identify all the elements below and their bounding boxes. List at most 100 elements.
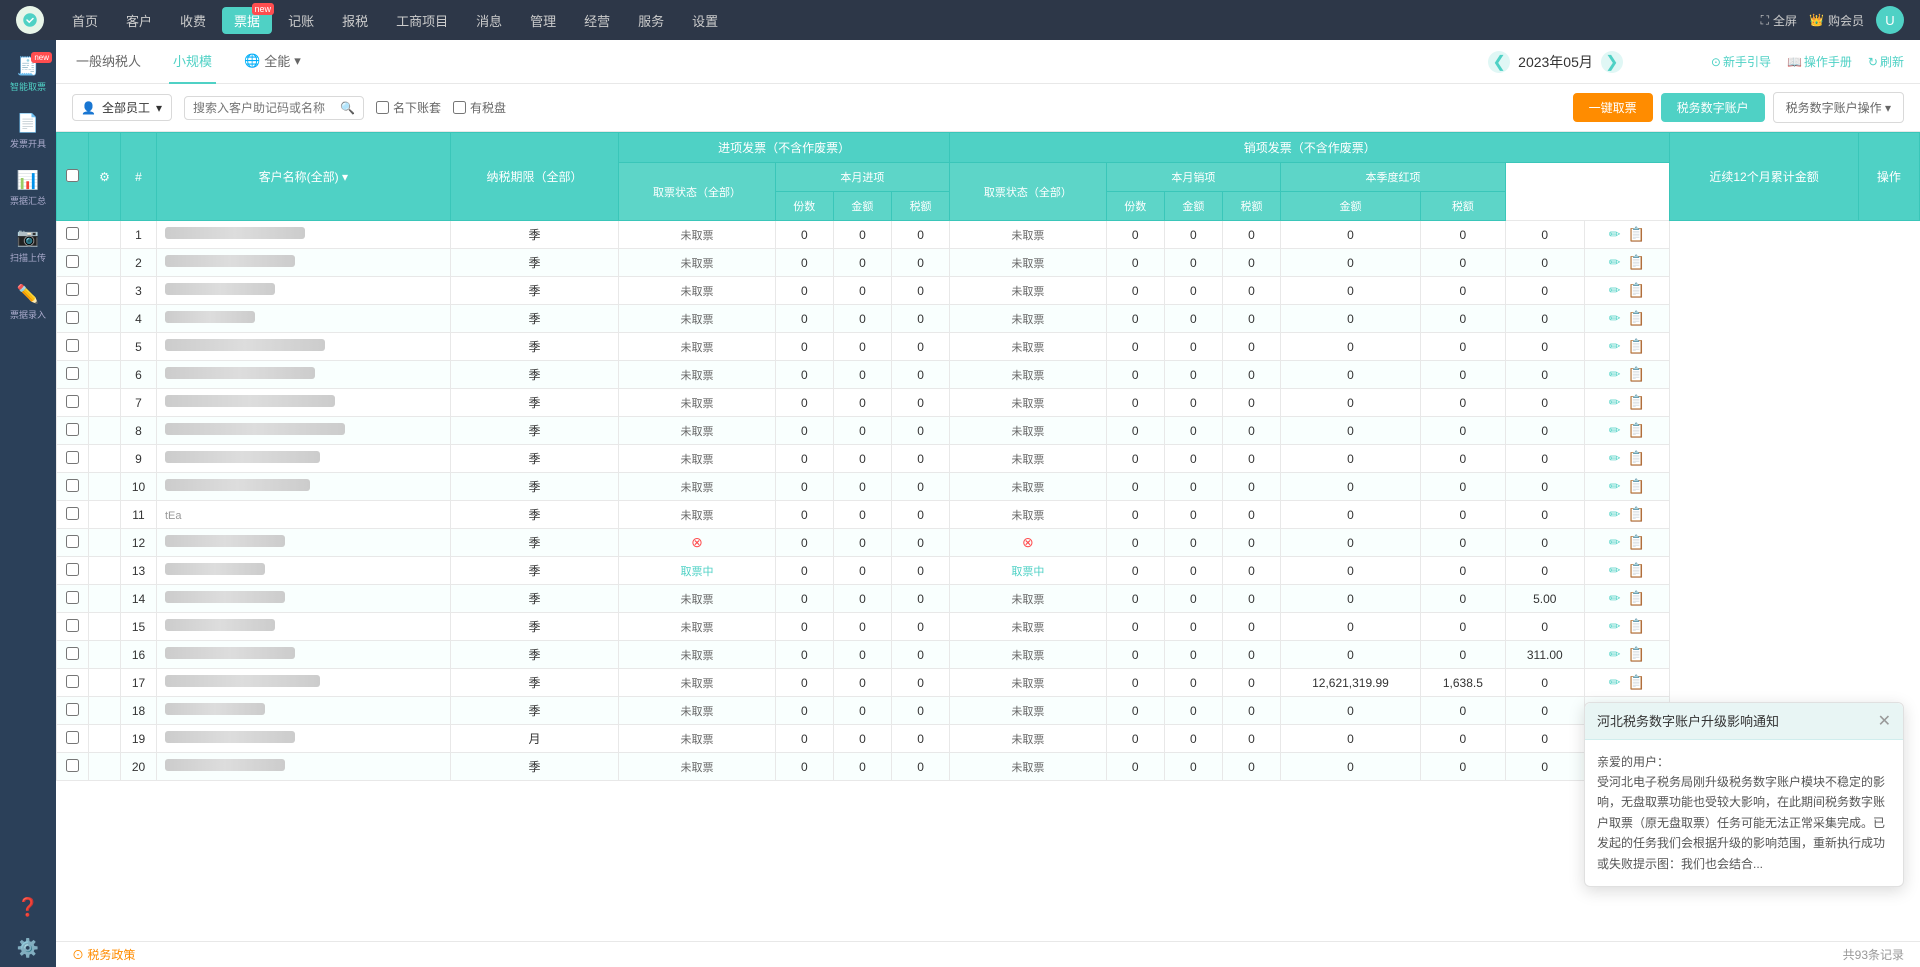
nav-item-tax[interactable]: 报税: [330, 7, 380, 34]
member-btn[interactable]: 👑 购会员: [1809, 12, 1864, 29]
copy-btn[interactable]: 📋: [1628, 506, 1645, 522]
copy-btn[interactable]: 📋: [1628, 254, 1645, 270]
copy-btn[interactable]: 📋: [1628, 394, 1645, 410]
row-checkbox[interactable]: [66, 535, 79, 548]
nav-item-message[interactable]: 消息: [464, 7, 514, 34]
edit-btn[interactable]: ✏: [1609, 562, 1621, 578]
checkbox-account-input[interactable]: [376, 101, 389, 114]
edit-btn[interactable]: ✏: [1609, 422, 1621, 438]
user-avatar[interactable]: U: [1876, 6, 1904, 34]
row-checkbox[interactable]: [66, 395, 79, 408]
copy-btn[interactable]: 📋: [1628, 282, 1645, 298]
row-checkbox[interactable]: [66, 227, 79, 240]
copy-btn[interactable]: 📋: [1628, 310, 1645, 326]
nav-item-business[interactable]: 工商项目: [384, 7, 460, 34]
manual-link[interactable]: 📖 操作手册: [1787, 53, 1852, 70]
sidebar-item-entry[interactable]: ✏️ 票据录入: [2, 276, 54, 329]
nav-item-operation[interactable]: 经营: [572, 7, 622, 34]
tab-general[interactable]: 一般纳税人: [72, 40, 145, 84]
copy-btn[interactable]: 📋: [1628, 534, 1645, 550]
row-checkbox[interactable]: [66, 619, 79, 632]
copy-btn[interactable]: 📋: [1628, 646, 1645, 662]
row-checkbox[interactable]: [66, 255, 79, 268]
sidebar-item-summary[interactable]: 📊 票据汇总: [2, 162, 54, 215]
copy-btn[interactable]: 📋: [1628, 674, 1645, 690]
month-nav: ❮ 2023年05月 ❯: [1488, 51, 1623, 73]
copy-btn[interactable]: 📋: [1628, 478, 1645, 494]
edit-btn[interactable]: ✏: [1609, 282, 1621, 298]
copy-btn[interactable]: 📋: [1628, 226, 1645, 242]
nav-item-manage[interactable]: 管理: [518, 7, 568, 34]
edit-btn[interactable]: ✏: [1609, 506, 1621, 522]
edit-btn[interactable]: ✏: [1609, 310, 1621, 326]
nav-item-fee[interactable]: 收费: [168, 7, 218, 34]
row-checkbox[interactable]: [66, 311, 79, 324]
copy-btn[interactable]: 📋: [1628, 422, 1645, 438]
checkbox-taxdisk[interactable]: 有税盘: [453, 99, 506, 116]
row-checkbox[interactable]: [66, 367, 79, 380]
edit-btn[interactable]: ✏: [1609, 450, 1621, 466]
edit-btn[interactable]: ✏: [1609, 254, 1621, 270]
nav-item-service[interactable]: 服务: [626, 7, 676, 34]
sidebar-item-scan[interactable]: 📷 扫描上传: [2, 219, 54, 272]
digital-ops-btn[interactable]: 税务数字账户操作 ▾: [1773, 92, 1904, 123]
checkbox-taxdisk-input[interactable]: [453, 101, 466, 114]
row-checkbox[interactable]: [66, 563, 79, 576]
edit-btn[interactable]: ✏: [1609, 646, 1621, 662]
tab-all[interactable]: 🌐 全能 ▾: [240, 40, 305, 84]
nav-item-account[interactable]: 记账: [276, 7, 326, 34]
tab-small[interactable]: 小规模: [169, 40, 216, 84]
nav-item-home[interactable]: 首页: [60, 7, 110, 34]
edit-btn[interactable]: ✏: [1609, 226, 1621, 242]
copy-btn[interactable]: 📋: [1628, 366, 1645, 382]
staff-select[interactable]: 👤 全部员工 ▾: [72, 94, 172, 121]
search-input[interactable]: [193, 101, 336, 115]
nav-item-ticket[interactable]: 票据 new: [222, 7, 272, 34]
copy-btn[interactable]: 📋: [1628, 450, 1645, 466]
row-checkbox[interactable]: [66, 507, 79, 520]
nav-item-client[interactable]: 客户: [114, 7, 164, 34]
edit-btn[interactable]: ✏: [1609, 394, 1621, 410]
guide-link[interactable]: ⊙ 新手引导: [1711, 53, 1771, 70]
select-all-checkbox[interactable]: [66, 169, 79, 182]
search-icon[interactable]: 🔍: [340, 101, 355, 115]
row-checkbox[interactable]: [66, 759, 79, 772]
fullscreen-btn[interactable]: ⛶ 全屏: [1761, 12, 1797, 29]
logo[interactable]: [16, 6, 44, 34]
row-checkbox[interactable]: [66, 479, 79, 492]
edit-btn[interactable]: ✏: [1609, 590, 1621, 606]
row-checkbox[interactable]: [66, 451, 79, 464]
oneclick-ticket-btn[interactable]: 一键取票: [1573, 93, 1653, 122]
sidebar-item-bottom2[interactable]: ⚙️: [2, 930, 54, 967]
edit-btn[interactable]: ✏: [1609, 366, 1621, 382]
tax-policy-link[interactable]: ⊙ 税务政策: [72, 946, 135, 963]
row-checkbox[interactable]: [66, 283, 79, 296]
row-checkbox[interactable]: [66, 703, 79, 716]
edit-btn[interactable]: ✏: [1609, 674, 1621, 690]
row-checkbox[interactable]: [66, 423, 79, 436]
sidebar-item-smart-ticket[interactable]: 🧾 智能取票 new: [2, 48, 54, 101]
nav-item-settings[interactable]: 设置: [680, 7, 730, 34]
copy-btn[interactable]: 📋: [1628, 590, 1645, 606]
edit-btn[interactable]: ✏: [1609, 618, 1621, 634]
edit-btn[interactable]: ✏: [1609, 338, 1621, 354]
copy-btn[interactable]: 📋: [1628, 562, 1645, 578]
edit-btn[interactable]: ✏: [1609, 478, 1621, 494]
sidebar-item-bottom1[interactable]: ❓: [2, 889, 54, 926]
copy-btn[interactable]: 📋: [1628, 338, 1645, 354]
row-checkbox[interactable]: [66, 339, 79, 352]
row-checkbox[interactable]: [66, 731, 79, 744]
gear-icon[interactable]: ⚙: [99, 170, 110, 184]
refresh-link[interactable]: ↻ 刷新: [1868, 53, 1904, 70]
row-checkbox[interactable]: [66, 591, 79, 604]
prev-month-btn[interactable]: ❮: [1488, 51, 1510, 73]
row-checkbox[interactable]: [66, 647, 79, 660]
digital-account-btn[interactable]: 税务数字账户: [1661, 93, 1765, 122]
sidebar-item-invoice[interactable]: 📄 发票开具: [2, 105, 54, 158]
row-checkbox[interactable]: [66, 675, 79, 688]
edit-btn[interactable]: ✏: [1609, 534, 1621, 550]
notif-close-btn[interactable]: ✕: [1878, 711, 1891, 731]
next-month-btn[interactable]: ❯: [1601, 51, 1623, 73]
copy-btn[interactable]: 📋: [1628, 618, 1645, 634]
checkbox-account[interactable]: 名下账套: [376, 99, 441, 116]
